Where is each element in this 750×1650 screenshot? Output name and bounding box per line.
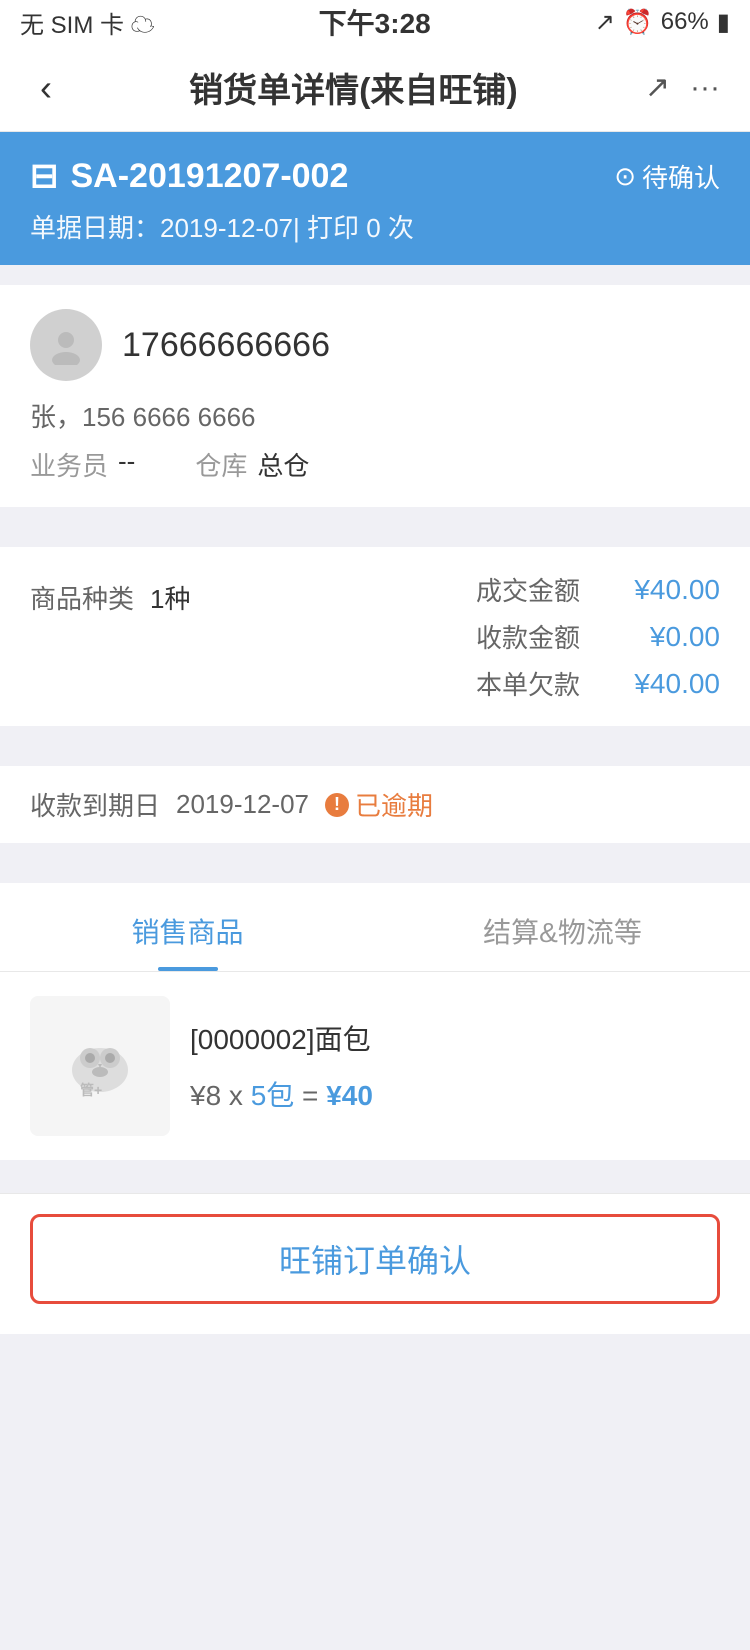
due-date-card: 收款到期日 2019-12-07 ! 已逾期 [0,766,750,843]
product-logo: 管+ [60,1020,140,1112]
salesperson-label: 业务员 [30,446,108,483]
order-date: 单据日期：2019-12-07| 打印 0 次 [30,208,720,245]
amount-row-0: 成交金额 ¥40.00 [476,571,720,608]
equals-sign: = [294,1080,326,1111]
warehouse-value: 总仓 [257,446,309,483]
amount-label-0: 成交金额 [476,571,580,608]
svg-text:管+: 管+ [80,1082,102,1098]
battery-label: 66% [661,8,709,36]
price-text: ¥8 x [190,1080,251,1111]
battery-icon: ▮ [717,8,730,37]
customer-meta: 业务员 -- 仓库 总仓 [30,446,720,483]
amount-row-1: 收款金额 ¥0.00 [476,618,720,655]
tab-settlement-label: 结算&物流等 [483,917,642,948]
bottom-spacer [0,1520,750,1650]
share-icon[interactable]: ↗ [645,70,670,105]
status-clock-icon: ⊙ [614,161,636,192]
amount-value-0: ¥40.00 [600,574,720,606]
status-right: ↗ ⏰ 66% ▮ [595,8,730,37]
status-text: 待确认 [642,158,720,195]
order-header: ⊟ SA-20191207-002 ⊙ 待确认 单据日期：2019-12-07|… [0,132,750,265]
type-label: 商品种类 [30,579,134,616]
type-value: 1种 [150,579,190,616]
tab-sales-products[interactable]: 销售商品 [0,883,375,971]
back-button[interactable]: ‹ [30,57,62,119]
product-name: [0000002]面包 [190,1018,720,1058]
product-total: ¥40 [326,1080,373,1111]
order-status: ⊙ 待确认 [614,158,720,195]
overdue-text: 已逾期 [355,786,433,823]
due-date-label: 收款到期日 [30,786,160,823]
avatar [30,309,102,381]
customer-card: 17666666666 张，156 6666 6666 业务员 -- 仓库 总仓 [0,285,750,507]
divider-1 [0,507,750,527]
tab-settlement[interactable]: 结算&物流等 [375,883,750,971]
nav-actions: ↗ ··· [645,70,720,105]
order-id-text: SA-20191207-002 [71,157,349,196]
status-bar: 无 SIM 卡 ☁ 下午3:28 ↗ ⏰ 66% ▮ [0,0,750,44]
product-qty: 5包 [251,1080,295,1111]
product-thumbnail: 管+ [30,996,170,1136]
more-icon[interactable]: ··· [690,71,720,105]
tab-bar: 销售商品 结算&物流等 [0,883,750,972]
divider-3 [0,843,750,863]
salesperson-value: -- [118,446,135,483]
sim-label: 无 SIM 卡 ☁ [20,5,155,40]
due-date-value: 2019-12-07 [176,789,309,820]
salesperson-item: 业务员 -- [30,446,135,483]
overdue-badge: ! 已逾期 [325,786,433,823]
amount-label-1: 收款金额 [476,618,580,655]
warehouse-item: 仓库 总仓 [195,446,309,483]
order-id-row: ⊟ SA-20191207-002 ⊙ 待确认 [30,156,720,196]
amount-value-2: ¥40.00 [600,668,720,700]
tab-sales-label: 销售商品 [131,917,243,948]
product-details: [0000002]面包 ¥8 x 5包 = ¥40 [190,1018,720,1114]
product-price: ¥8 x 5包 = ¥40 [190,1074,720,1114]
amount-row-2: 本单欠款 ¥40.00 [476,665,720,702]
status-left: 无 SIM 卡 ☁ [20,5,155,40]
page-title: 销货单详情(来自旺铺) [189,63,518,112]
product-card: 管+ [0000002]面包 ¥8 x 5包 = ¥40 [0,972,750,1160]
nav-bar: ‹ 销货单详情(来自旺铺) ↗ ··· [0,44,750,132]
overdue-icon: ! [325,793,349,817]
bottom-bar: 旺铺订单确认 [0,1193,750,1334]
summary-left: 商品种类 1种 [30,571,476,616]
summary-right: 成交金额 ¥40.00 收款金额 ¥0.00 本单欠款 ¥40.00 [476,571,720,702]
confirm-order-button[interactable]: 旺铺订单确认 [30,1214,720,1304]
customer-main-row: 17666666666 [30,309,720,381]
amount-value-1: ¥0.00 [600,621,720,653]
alarm-icon: ⏰ [623,8,653,37]
customer-name-phone: 张，156 6666 6666 [30,397,720,434]
summary-card: 商品种类 1种 成交金额 ¥40.00 收款金额 ¥0.00 本单欠款 ¥40.… [0,547,750,726]
amount-label-2: 本单欠款 [476,665,580,702]
warehouse-label: 仓库 [195,446,247,483]
divider-2 [0,726,750,746]
order-icon: ⊟ [30,156,59,196]
order-id: ⊟ SA-20191207-002 [30,156,348,196]
status-time: 下午3:28 [319,2,431,42]
customer-phone: 17666666666 [122,326,330,365]
location-icon: ↗ [595,8,615,37]
